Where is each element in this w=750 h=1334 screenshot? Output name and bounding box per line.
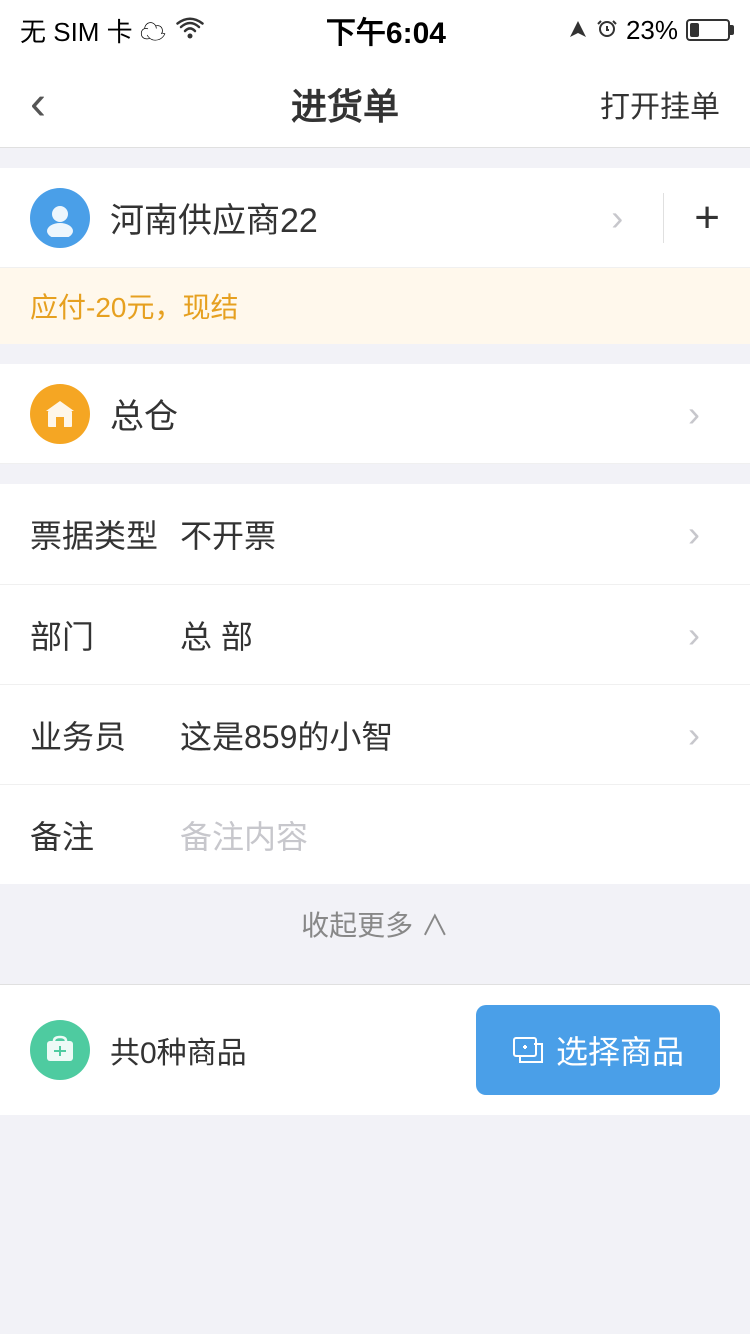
status-right: 23% [568,15,730,46]
department-chevron-icon: › [688,614,700,656]
department-label: 部门 [30,612,160,658]
supplier-chevron-icon: › [611,197,623,239]
status-bar: 无 SIM 卡 ☁ 下午6:04 23% [0,0,750,60]
status-time: 下午6:04 [326,8,446,52]
remarks-row[interactable]: 备注 备注内容 [0,784,750,884]
battery-icon [686,19,730,41]
warehouse-icon [30,384,90,444]
remarks-label: 备注 [30,812,160,858]
warehouse-name: 总仓 [110,389,688,438]
page-title: 进货单 [291,78,399,130]
remarks-input[interactable]: 备注内容 [160,812,720,858]
notice-bar: 应付-20元，现结 [0,268,750,344]
battery-percent: 23% [626,15,678,46]
warehouse-card: 总仓 › [0,364,750,464]
open-pending-button[interactable]: 打开挂单 [600,82,720,126]
invoice-row[interactable]: 票据类型 不开票 › [0,484,750,584]
supplier-row[interactable]: 河南供应商22 › + [0,168,750,268]
salesperson-value: 这是859的小智 [160,712,688,758]
warehouse-chevron-icon: › [688,393,700,435]
select-product-button[interactable]: 选择商品 [476,1005,720,1095]
main-content: 河南供应商22 › + 应付-20元，现结 总仓 › [0,148,750,1334]
alarm-icon [596,15,618,46]
sim-status: 无 SIM 卡 ☁ [20,12,166,49]
wifi-icon [176,15,204,46]
select-product-label: 选择商品 [556,1027,684,1073]
divider-1 [0,148,750,168]
product-bar: 共0种商品 选择商品 [0,984,750,1115]
location-icon [568,15,588,46]
invoice-chevron-icon: › [688,513,700,555]
supplier-card: 河南供应商22 › + 应付-20元，现结 [0,168,750,344]
notice-text: 应付-20元，现结 [30,292,238,323]
vertical-divider [663,193,664,243]
salesperson-row[interactable]: 业务员 这是859的小智 › [0,684,750,784]
salesperson-chevron-icon: › [688,714,700,756]
collapse-label: 收起更多 ∧ [301,904,449,944]
supplier-avatar [30,188,90,248]
warehouse-row[interactable]: 总仓 › [0,364,750,464]
divider-2 [0,344,750,364]
back-button[interactable]: ‹ [30,76,90,131]
invoice-value: 不开票 [160,511,688,557]
department-value: 总 部 [160,612,688,658]
supplier-name: 河南供应商22 [110,193,611,242]
product-icon [30,1020,90,1080]
form-card: 票据类型 不开票 › 部门 总 部 › 业务员 这是859的小智 › 备注 备注… [0,484,750,884]
status-left: 无 SIM 卡 ☁ [20,12,204,49]
add-supplier-button[interactable]: + [694,193,720,243]
collapse-button[interactable]: 收起更多 ∧ [0,884,750,964]
product-count: 共0种商品 [110,1028,476,1072]
nav-bar: ‹ 进货单 打开挂单 [0,60,750,148]
divider-3 [0,464,750,484]
invoice-label: 票据类型 [30,511,160,557]
department-row[interactable]: 部门 总 部 › [0,584,750,684]
divider-4 [0,964,750,984]
salesperson-label: 业务员 [30,712,160,758]
